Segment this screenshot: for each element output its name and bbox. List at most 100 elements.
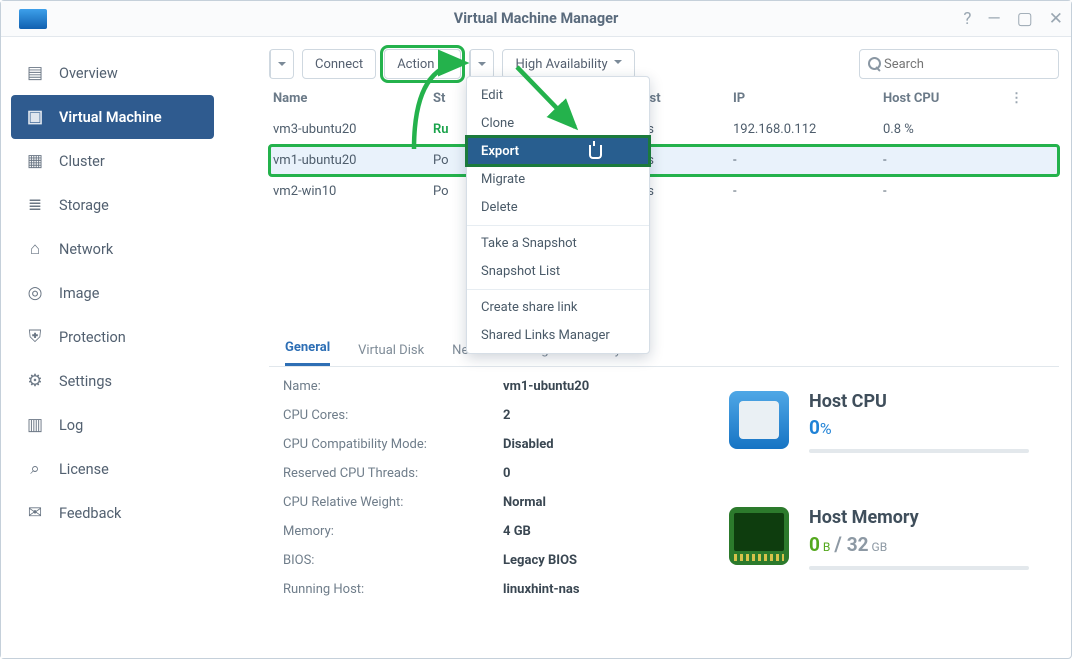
close-icon[interactable]: ✕ [1049,9,1063,29]
cell-ip: 192.168.0.112 [733,122,883,137]
ha-button[interactable]: High Availability [502,49,634,79]
detail-value: Disabled [503,437,729,452]
cell-name: vm2-win10 [273,184,433,199]
mem-bar [809,566,1029,570]
memory-icon [729,507,789,565]
create-button[interactable]: Create [269,49,294,79]
search-box[interactable] [859,49,1059,79]
sidebar-item-label: Feedback [59,505,121,522]
poweron-button[interactable]: Power on [469,49,494,79]
sidebar-item-image[interactable]: ◎Image [11,271,214,315]
detail-value: 0 [503,466,729,481]
sidebar-item-log[interactable]: ▥ Log [11,403,214,447]
sidebar-item-storage[interactable]: ≣Storage [11,183,214,227]
detail-value: 2 [503,408,729,423]
menu-item-shared-links-manager[interactable]: Shared Links Manager [467,321,649,349]
menu-item-migrate[interactable]: Migrate [467,165,649,193]
window-title: Virtual Machine Manager [454,10,619,27]
detail-label: CPU Relative Weight: [283,495,483,510]
cell-cpu: - [883,184,1003,199]
sidebar-item-license[interactable]: ⌕ License [11,447,214,491]
detail-label: Running Host: [283,582,483,597]
sidebar-icon: ◎ [25,283,45,303]
sidebar-icon: ✉ [25,503,45,523]
cell-ip: - [733,184,883,199]
sidebar-item-label: Virtual Machine [59,109,162,126]
sidebar-item-label: Log [59,417,83,434]
sidebar-icon: ⌂ [25,239,45,259]
table-row[interactable]: vm2-win10 Po nas - - [269,176,1059,207]
detail-value: Normal [503,495,729,510]
ha-label: High Availability [515,57,607,72]
sidebar-item-label: Storage [59,197,109,214]
table-row[interactable]: vm3-ubuntu20 Ru nas 192.168.0.112 0.8 % [269,114,1059,145]
menu-item-delete[interactable]: Delete [467,193,649,221]
sidebar: ▤ Overview ▣ Virtual Machine ▦ Cluster ≣Storag… [1,37,224,658]
search-icon [868,57,878,71]
sidebar-item-cluster[interactable]: ▦ Cluster [11,139,214,183]
sidebar-item-label: Cluster [59,153,105,170]
detail-value: 4 GB [503,524,729,539]
col-ip[interactable]: IP [733,91,883,106]
menu-item-create-share-link[interactable]: Create share link [467,289,649,321]
metric-cpu-value: 0 [809,416,820,439]
sidebar-item-virtual-machine[interactable]: ▣ Virtual Machine [11,95,214,139]
menu-item-export[interactable]: Export [467,137,649,165]
sidebar-item-overview[interactable]: ▤ Overview [11,51,214,95]
sidebar-item-label: Settings [59,373,112,390]
sidebar-item-feedback[interactable]: ✉ Feedback [11,491,214,535]
sidebar-item-protection[interactable]: ⛨ Protection [11,315,214,359]
search-input[interactable] [884,57,1050,72]
detail-value: linuxhint-nas [503,582,729,597]
tab-general[interactable]: General [285,340,330,366]
help-icon[interactable]: ? [963,9,971,29]
columns-more-icon[interactable]: ⋮ [1003,91,1023,106]
sidebar-icon: ⌕ [25,459,45,479]
sidebar-item-network[interactable]: ⌂ Network [11,227,214,271]
action-button[interactable]: Action [384,49,461,79]
menu-item-clone[interactable]: Clone [467,109,649,137]
sidebar-icon: ⛨ [25,327,45,347]
detail-label: Name: [283,379,483,394]
cell-cpu: - [883,153,1003,168]
action-menu: EditCloneExportMigrateDelete Take a Snaps… [466,76,650,354]
sidebar-item-label: Protection [59,329,126,346]
menu-item-edit[interactable]: Edit [467,81,649,109]
menu-item-take-a-snapshot[interactable]: Take a Snapshot [467,225,649,257]
vm-table: Name St Host IP Host CPU ⋮ vm3-ubuntu20 … [269,83,1059,207]
create-caret-icon[interactable] [270,50,293,78]
sidebar-item-label: Network [59,241,113,258]
metric-mem-total: 32 [847,533,869,556]
col-cpu[interactable]: Host CPU [883,91,1003,106]
app-icon [19,9,47,29]
sidebar-icon: ⚙ [25,371,45,391]
sidebar-icon: ▥ [25,415,45,435]
maximize-icon[interactable]: ▢ [1017,9,1033,29]
menu-item-snapshot-list[interactable]: Snapshot List [467,257,649,285]
detail-label: BIOS: [283,553,483,568]
table-row-selected[interactable]: vm1-ubuntu20 Po nas - - [269,145,1059,176]
col-name[interactable]: Name [273,91,433,106]
detail-label: Memory: [283,524,483,539]
connect-button[interactable]: Connect [302,49,376,79]
tab-virtual-disk[interactable]: Virtual Disk [358,343,424,366]
sidebar-icon: ▣ [25,107,45,127]
sidebar-item-settings[interactable]: ⚙ Settings [11,359,214,403]
metric-mem-total-unit: GB [869,540,888,554]
action-label: Action [397,57,434,72]
detail-label: CPU Cores: [283,408,483,423]
cursor-icon [587,143,603,161]
minimize-icon[interactable]: — [987,9,1000,29]
detail-label: Reserved CPU Threads: [283,466,483,481]
ha-caret-icon [614,56,622,72]
sidebar-icon: ▤ [25,63,45,83]
detail-tabs: GeneralVirtual DiskNetworkHigh Availabil… [269,335,1059,367]
cpu-bar [809,449,1029,453]
poweron-caret-icon[interactable] [470,50,493,78]
sidebar-item-label: Overview [59,65,118,82]
sidebar-item-label: License [59,461,109,478]
action-caret-icon [440,56,448,72]
metric-cpu-title: Host CPU [809,391,1029,412]
sidebar-icon: ▦ [25,151,45,171]
cell-name: vm3-ubuntu20 [273,122,433,137]
